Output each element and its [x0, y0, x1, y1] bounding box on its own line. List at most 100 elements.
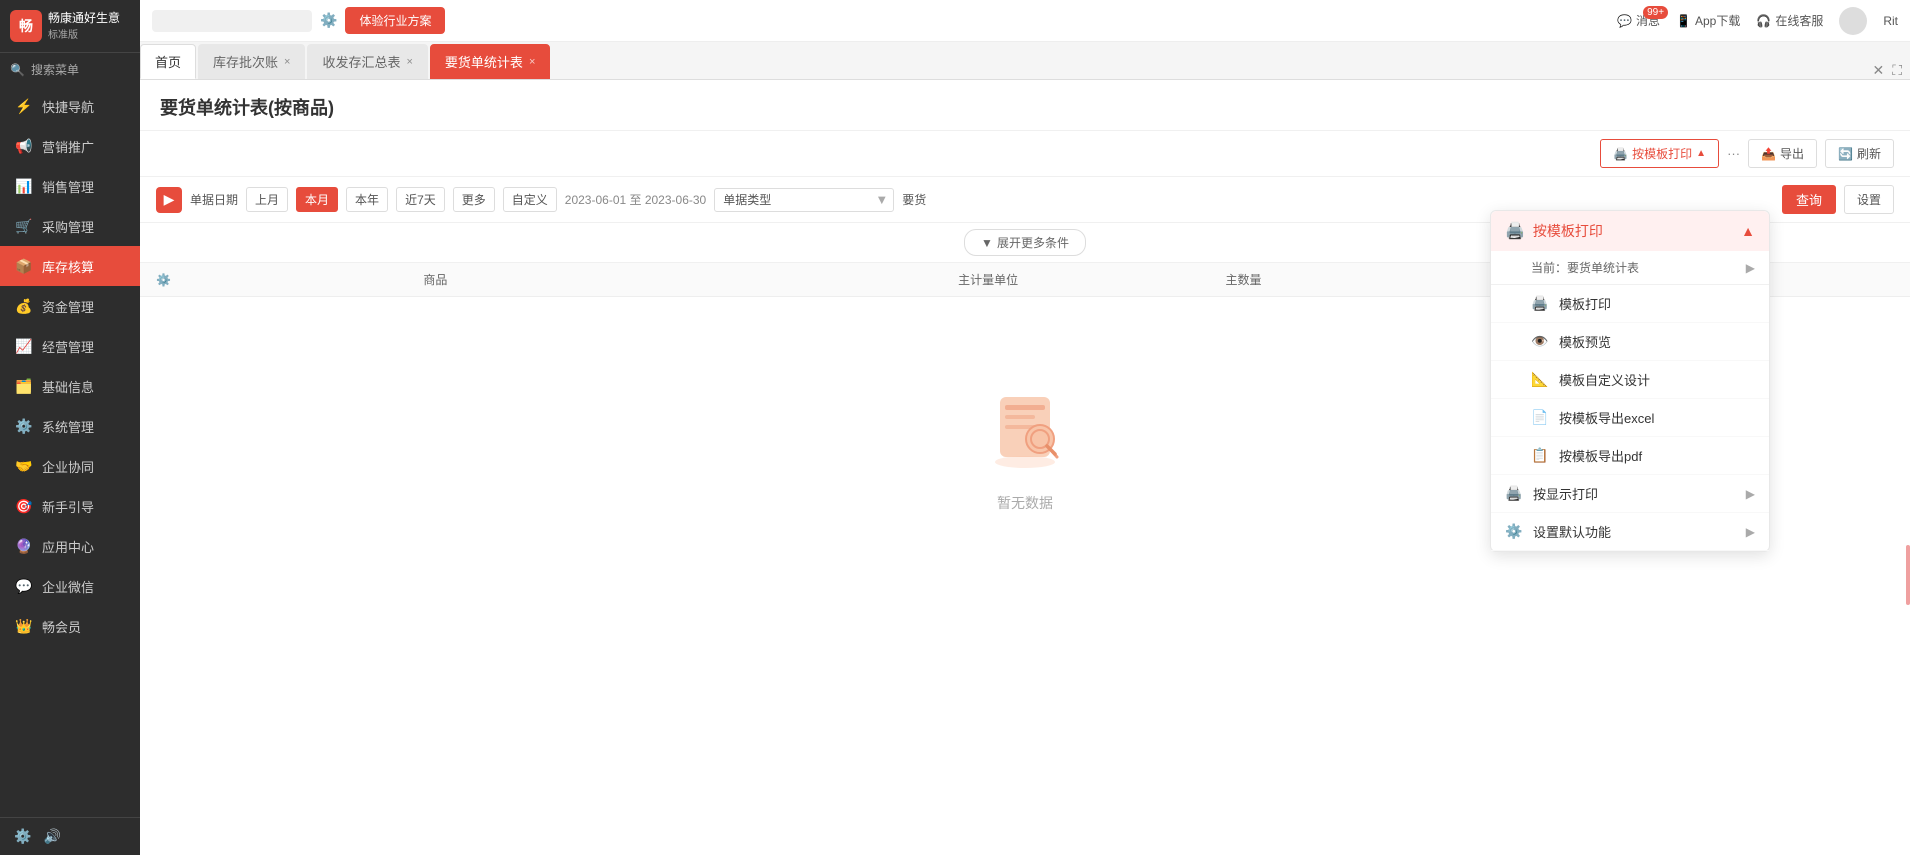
date-btn-last-month[interactable]: 上月 — [246, 187, 288, 212]
date-btn-custom[interactable]: 自定义 — [503, 187, 557, 212]
messages-btn[interactable]: 💬 消息 99+ — [1617, 12, 1660, 29]
set-default-left: ⚙️ 设置默认功能 — [1505, 522, 1611, 541]
sidebar-item-label: 库存核算 — [42, 257, 94, 276]
tab-home-label: 首页 — [155, 52, 181, 71]
sidebar-item-operation[interactable]: 📈 经营管理 — [0, 326, 140, 366]
dropdown-item-label: 模板预览 — [1559, 332, 1611, 351]
mobile-icon: 📱 — [1676, 14, 1691, 28]
sidebar-item-label: 企业微信 — [42, 577, 94, 596]
app-edition: 标准版 — [48, 26, 120, 41]
yh-label: 要货 — [902, 191, 926, 208]
sidebar-item-finance[interactable]: 💰 资金管理 — [0, 286, 140, 326]
service-btn[interactable]: 🎧 在线客服 — [1756, 12, 1823, 29]
date-btn-more[interactable]: 更多 — [453, 187, 495, 212]
refresh-button[interactable]: 🔄 刷新 — [1825, 139, 1894, 168]
tab-receipts-summary-label: 收发存汇总表 — [322, 52, 400, 71]
sidebar-item-system[interactable]: ⚙️ 系统管理 — [0, 406, 140, 446]
settings-bottom-icon[interactable]: ⚙️ — [14, 828, 31, 845]
close-window-icon[interactable]: ✕ — [1872, 62, 1884, 79]
dropdown-current-label: 当前：要货单统计表 — [1531, 259, 1639, 276]
sales-icon: 📊 — [14, 176, 34, 196]
settings-button[interactable]: 设置 — [1844, 185, 1894, 214]
expand-conditions-label: 展开更多条件 — [997, 234, 1069, 251]
sidebar-item-member[interactable]: 👑 畅会员 — [0, 606, 140, 646]
appstore-icon: 🔮 — [14, 536, 34, 556]
dropdown-item-template-preview[interactable]: 👁️ 模板预览 — [1491, 323, 1769, 361]
sidebar-item-quick-nav[interactable]: ⚡ 快捷导航 — [0, 86, 140, 126]
dropdown-item-export-pdf[interactable]: 📋 按模板导出pdf — [1491, 437, 1769, 475]
user-avatar[interactable] — [1839, 7, 1867, 35]
sidebar-item-label: 快捷导航 — [42, 97, 94, 116]
expand-button[interactable]: ▶ — [156, 187, 182, 213]
export-icon: 📤 — [1761, 147, 1776, 161]
sidebar-item-collab[interactable]: 🤝 企业协同 — [0, 446, 140, 486]
display-print-icon: 🖨️ — [1505, 485, 1523, 502]
expand-window-icon[interactable]: ⛶ — [1892, 62, 1902, 79]
template-preview-icon: 👁️ — [1531, 333, 1549, 350]
member-icon: 👑 — [14, 616, 34, 636]
template-print-arrow: ▲ — [1696, 148, 1706, 159]
app-logo-icon: 畅 — [10, 10, 42, 42]
finance-icon: 💰 — [14, 296, 34, 316]
basic-icon: 🗂️ — [14, 376, 34, 396]
sidebar-item-label: 基础信息 — [42, 377, 94, 396]
sidebar-bottom: ⚙️ 🔊 — [0, 817, 140, 855]
topbar-gear-icon[interactable]: ⚙️ — [320, 12, 337, 29]
sidebar-item-label: 资金管理 — [42, 297, 94, 316]
dropdown-item-set-default[interactable]: ⚙️ 设置默认功能 ▶ — [1491, 513, 1769, 551]
message-icon: 💬 — [1617, 14, 1632, 28]
sound-bottom-icon[interactable]: 🔊 — [43, 828, 60, 845]
more-options-icon[interactable]: ··· — [1727, 146, 1740, 161]
sidebar-item-basic[interactable]: 🗂️ 基础信息 — [0, 366, 140, 406]
tab-receipts-summary-close[interactable]: × — [406, 56, 412, 68]
app-download-btn[interactable]: 📱 App下载 — [1676, 12, 1740, 29]
tab-order-stats-close[interactable]: × — [529, 56, 535, 68]
marketing-icon: 📢 — [14, 136, 34, 156]
export-button[interactable]: 📤 导出 — [1748, 139, 1817, 168]
sidebar-search[interactable]: 🔍 搜索菜单 — [0, 53, 140, 86]
topbar-search-input[interactable] — [152, 10, 312, 32]
template-print-button[interactable]: 🖨️ 按模板打印 ▲ — [1600, 139, 1719, 168]
messages-badge: 99+ — [1643, 6, 1668, 19]
sidebar-item-sales[interactable]: 📊 销售管理 — [0, 166, 140, 206]
sidebar-item-inventory[interactable]: 📦 库存核算 — [0, 246, 140, 286]
sidebar-item-purchase[interactable]: 🛒 采购管理 — [0, 206, 140, 246]
dropdown-item-label: 模板打印 — [1559, 294, 1611, 313]
dropdown-item-export-excel[interactable]: 📄 按模板导出excel — [1491, 399, 1769, 437]
search-icon: 🔍 — [10, 63, 25, 77]
dropdown-item-label: 模板自定义设计 — [1559, 370, 1650, 389]
empty-text: 暂无数据 — [997, 493, 1053, 513]
trial-button[interactable]: 体验行业方案 — [345, 7, 445, 34]
sidebar-item-marketing[interactable]: 📢 营销推广 — [0, 126, 140, 166]
expand-conditions-button[interactable]: ▼ 展开更多条件 — [964, 229, 1086, 256]
date-btn-this-month[interactable]: 本月 — [296, 187, 338, 212]
username-label: Rit — [1883, 14, 1898, 28]
tab-receipts-summary[interactable]: 收发存汇总表 × — [307, 44, 427, 79]
dropdown-header[interactable]: 🖨️ 按模板打印 ▲ — [1491, 211, 1769, 251]
th-product: 商品 — [423, 271, 958, 288]
tab-order-stats-label: 要货单统计表 — [445, 52, 523, 71]
printer-icon: 🖨️ — [1613, 147, 1628, 161]
dropdown-current-item[interactable]: 当前：要货单统计表 ▶ — [1491, 251, 1769, 285]
tab-home[interactable]: 首页 — [140, 44, 196, 79]
dropdown-item-template-design[interactable]: 📐 模板自定义设计 — [1491, 361, 1769, 399]
inventory-icon: 📦 — [14, 256, 34, 276]
query-button[interactable]: 查询 — [1782, 185, 1836, 214]
sidebar-item-guide[interactable]: 🎯 新手引导 — [0, 486, 140, 526]
guide-icon: 🎯 — [14, 496, 34, 516]
page-title: 要货单统计表(按商品) — [160, 98, 334, 118]
tab-batch-accounts-close[interactable]: × — [284, 56, 290, 68]
date-btn-7days[interactable]: 近7天 — [396, 187, 445, 212]
sidebar-item-appstore[interactable]: 🔮 应用中心 — [0, 526, 140, 566]
date-btn-this-year[interactable]: 本年 — [346, 187, 388, 212]
order-type-select[interactable]: 单据类型 — [714, 188, 894, 212]
dropdown-item-display-print[interactable]: 🖨️ 按显示打印 ▶ — [1491, 475, 1769, 513]
scroll-indicator[interactable] — [1906, 545, 1910, 605]
tab-order-stats[interactable]: 要货单统计表 × — [430, 44, 550, 79]
sidebar-item-wechat[interactable]: 💬 企业微信 — [0, 566, 140, 606]
operation-icon: 📈 — [14, 336, 34, 356]
tab-batch-accounts[interactable]: 库存批次账 × — [198, 44, 305, 79]
display-print-label: 按显示打印 — [1533, 484, 1598, 503]
dropdown-item-template-print[interactable]: 🖨️ 模板打印 — [1491, 285, 1769, 323]
th-gear[interactable]: ⚙️ — [156, 273, 423, 287]
